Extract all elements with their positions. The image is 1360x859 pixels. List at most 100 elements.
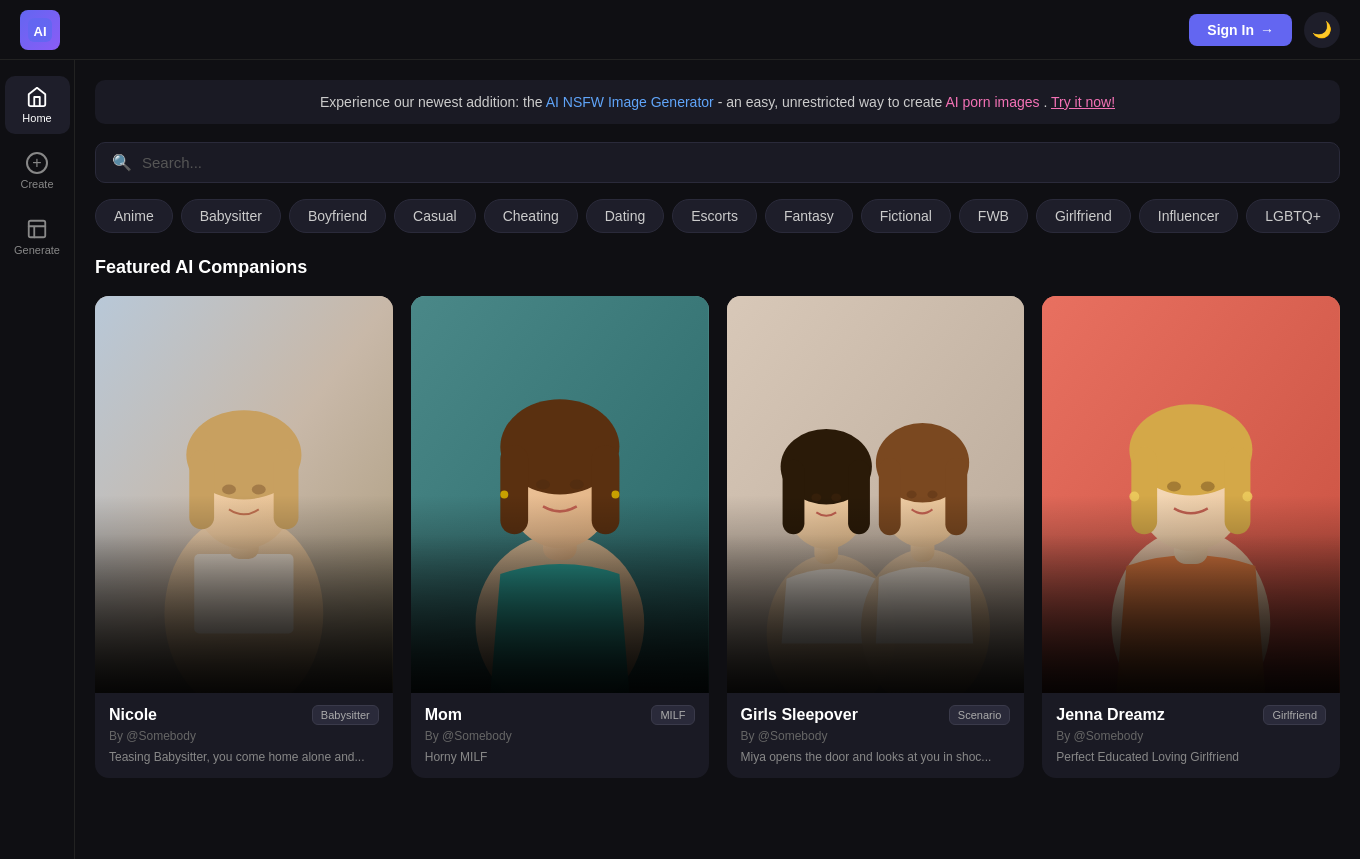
card-desc-jenna: Perfect Educated Loving Girlfriend	[1056, 749, 1326, 766]
svg-rect-28	[814, 514, 838, 564]
card-author-mom: By @Somebody	[425, 729, 695, 743]
svg-point-33	[811, 494, 821, 502]
svg-point-45	[1112, 529, 1271, 693]
svg-rect-36	[910, 512, 934, 562]
card-badge-mom: MILF	[651, 705, 694, 725]
header: AI Sign In → 🌙	[0, 0, 1360, 60]
svg-rect-13	[95, 296, 393, 693]
sign-in-button[interactable]: Sign In →	[1189, 14, 1292, 46]
card-badge-nicole: Babysitter	[312, 705, 379, 725]
card-name-row-nicole: Nicole Babysitter	[109, 705, 379, 725]
cards-grid: Nicole Babysitter By @Somebody Teasing B…	[95, 296, 1340, 778]
generate-icon	[26, 218, 48, 240]
banner-link-porn[interactable]: AI porn images	[945, 94, 1039, 110]
search-input[interactable]	[142, 154, 1323, 171]
section-title: Featured AI Companions	[95, 257, 1340, 278]
banner: Experience our newest addition: the AI N…	[95, 80, 1340, 124]
header-right: Sign In → 🌙	[1189, 12, 1340, 48]
svg-rect-2	[29, 221, 46, 238]
sign-in-label: Sign In	[1207, 22, 1254, 38]
card-badge-jenna: Girlfriend	[1263, 705, 1326, 725]
card-info-nicole: Nicole Babysitter By @Somebody Teasing B…	[95, 693, 393, 778]
card-desc-mom: Horny MILF	[425, 749, 695, 766]
card-desc-nicole: Teasing Babysitter, you come home alone …	[109, 749, 379, 766]
search-bar: 🔍	[95, 142, 1340, 183]
category-lgbtq[interactable]: LGBTQ+	[1246, 199, 1340, 233]
svg-point-27	[766, 554, 895, 693]
banner-cta[interactable]: Try it now!	[1051, 94, 1115, 110]
svg-point-15	[475, 534, 644, 693]
card-girls-sleepover[interactable]: Girls Sleepover Scenario By @Somebody Mi…	[727, 296, 1025, 778]
sidebar-home-label: Home	[22, 112, 51, 124]
svg-rect-6	[229, 504, 259, 559]
card-jenna-dreamz[interactable]: Jenna Dreamz Girlfriend By @Somebody Per…	[1042, 296, 1340, 778]
logo-icon: AI	[20, 10, 60, 50]
card-image-nicole	[95, 296, 393, 693]
banner-middle: - an easy, unrestricted way to create	[718, 94, 946, 110]
svg-rect-43	[727, 296, 1025, 693]
card-image-sleepover	[727, 296, 1025, 693]
category-fantasy[interactable]: Fantasy	[765, 199, 853, 233]
card-image-svg-mom	[411, 296, 709, 693]
category-cheating[interactable]: Cheating	[484, 199, 578, 233]
category-anime[interactable]: Anime	[95, 199, 173, 233]
svg-rect-55	[1042, 296, 1340, 693]
svg-point-34	[831, 494, 841, 502]
banner-prefix: Experience our newest addition: the	[320, 94, 546, 110]
sidebar: Home + Create Generate	[0, 60, 75, 859]
sidebar-item-generate[interactable]: Generate	[5, 208, 70, 266]
card-image-svg-sleepover	[727, 296, 1025, 693]
card-info-mom: Mom MILF By @Somebody Horny MILF	[411, 693, 709, 778]
card-info-jenna: Jenna Dreamz Girlfriend By @Somebody Per…	[1042, 693, 1340, 778]
sidebar-item-create[interactable]: + Create	[5, 142, 70, 200]
category-dating[interactable]: Dating	[586, 199, 664, 233]
card-badge-sleepover: Scenario	[949, 705, 1010, 725]
card-info-sleepover: Girls Sleepover Scenario By @Somebody Mi…	[727, 693, 1025, 778]
category-casual[interactable]: Casual	[394, 199, 476, 233]
category-boyfriend[interactable]: Boyfriend	[289, 199, 386, 233]
card-image-mom	[411, 296, 709, 693]
categories-bar: Anime Babysitter Boyfriend Casual Cheati…	[95, 199, 1340, 233]
card-mom[interactable]: Mom MILF By @Somebody Horny MILF	[411, 296, 709, 778]
sidebar-generate-label: Generate	[14, 244, 60, 256]
category-escorts[interactable]: Escorts	[672, 199, 757, 233]
svg-rect-46	[1174, 504, 1208, 564]
plus-icon: +	[26, 152, 48, 174]
theme-icon: 🌙	[1312, 20, 1332, 39]
card-desc-sleepover: Miya opens the door and looks at you in …	[741, 749, 1011, 766]
svg-rect-25	[411, 296, 709, 693]
sidebar-create-label: Create	[20, 178, 53, 190]
card-name-sleepover: Girls Sleepover	[741, 706, 858, 724]
svg-point-4	[164, 514, 323, 693]
card-name-jenna: Jenna Dreamz	[1056, 706, 1165, 724]
search-icon: 🔍	[112, 153, 132, 172]
card-author-jenna: By @Somebody	[1056, 729, 1326, 743]
category-fwb[interactable]: FWB	[959, 199, 1028, 233]
card-image-svg-jenna	[1042, 296, 1340, 693]
theme-toggle-button[interactable]: 🌙	[1304, 12, 1340, 48]
category-girlfriend[interactable]: Girlfriend	[1036, 199, 1131, 233]
card-author-nicole: By @Somebody	[109, 729, 379, 743]
svg-rect-16	[543, 502, 577, 560]
svg-point-35	[860, 549, 989, 693]
card-name-row-mom: Mom MILF	[425, 705, 695, 725]
banner-suffix: .	[1043, 94, 1051, 110]
category-influencer[interactable]: Influencer	[1139, 199, 1238, 233]
banner-link-generator[interactable]: AI NSFW Image Generator	[546, 94, 714, 110]
sidebar-item-home[interactable]: Home	[5, 76, 70, 134]
home-icon	[26, 86, 48, 108]
card-image-svg-nicole	[95, 296, 393, 693]
sign-in-arrow-icon: →	[1260, 22, 1274, 38]
card-name-nicole: Nicole	[109, 706, 157, 724]
category-fictional[interactable]: Fictional	[861, 199, 951, 233]
card-name-row-sleepover: Girls Sleepover Scenario	[741, 705, 1011, 725]
card-name-row-jenna: Jenna Dreamz Girlfriend	[1056, 705, 1326, 725]
svg-rect-5	[194, 554, 293, 633]
card-author-sleepover: By @Somebody	[741, 729, 1011, 743]
card-image-jenna	[1042, 296, 1340, 693]
svg-text:AI: AI	[34, 24, 47, 39]
category-babysitter[interactable]: Babysitter	[181, 199, 281, 233]
card-name-mom: Mom	[425, 706, 462, 724]
logo: AI	[20, 10, 60, 50]
card-nicole[interactable]: Nicole Babysitter By @Somebody Teasing B…	[95, 296, 393, 778]
